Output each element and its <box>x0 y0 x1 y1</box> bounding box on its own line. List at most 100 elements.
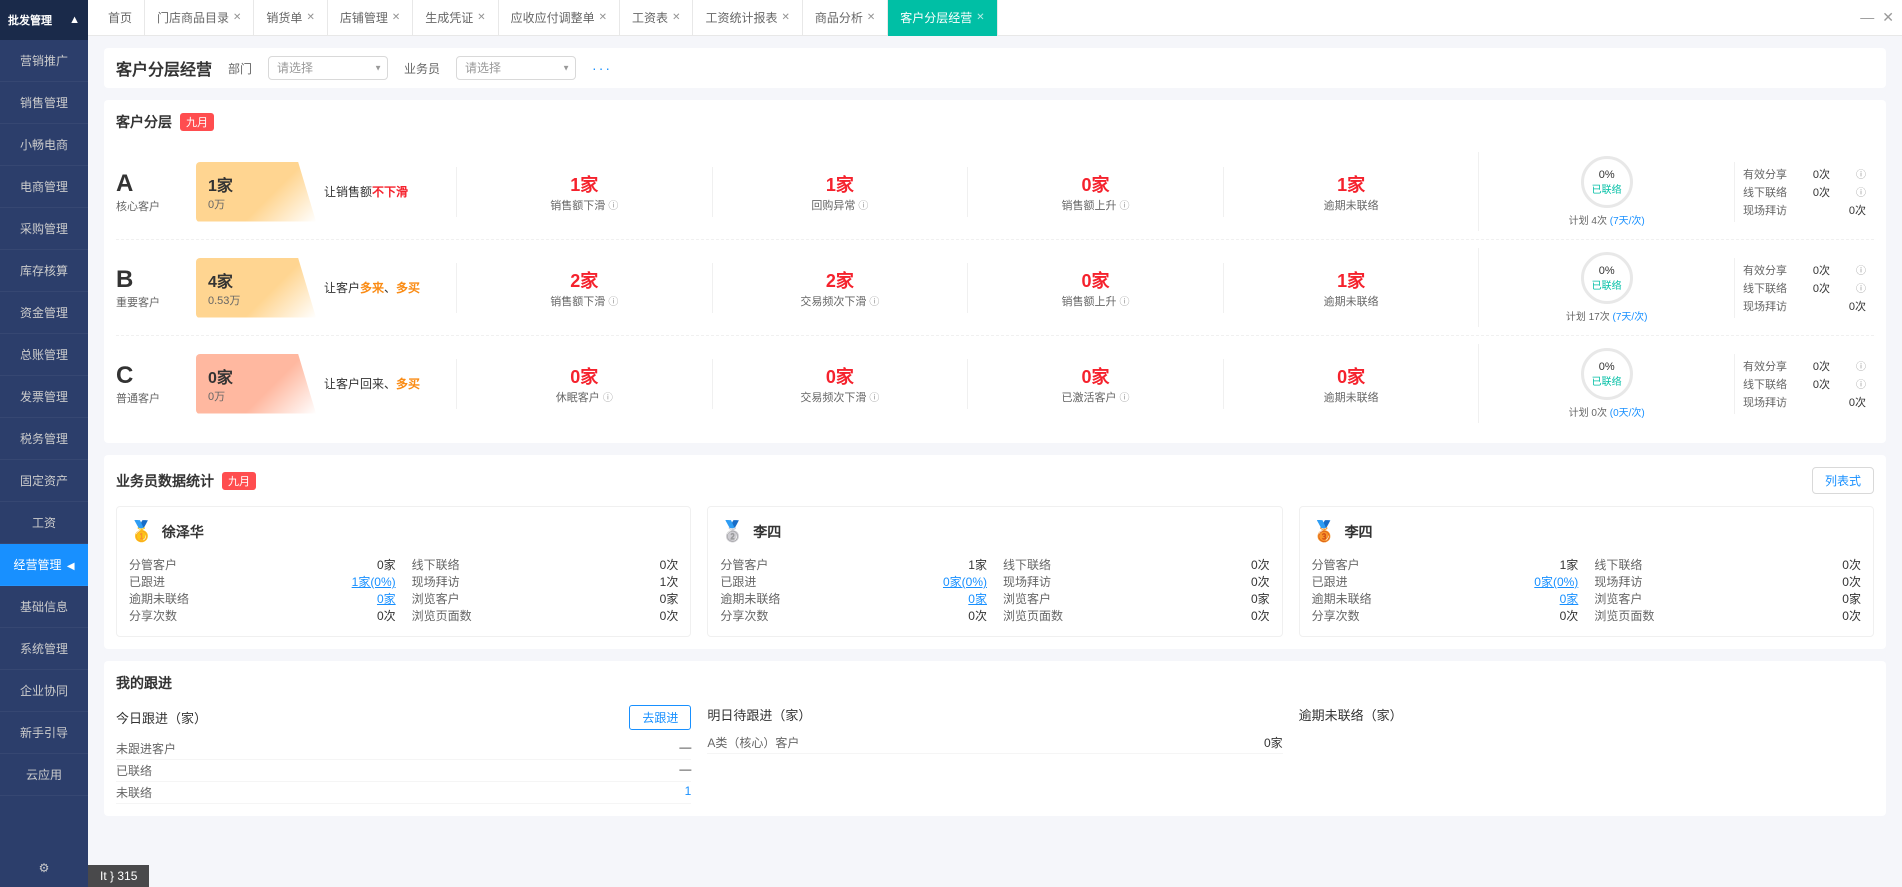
staff-name-2: 李四 <box>753 522 781 542</box>
tier-count-c: 0家 0万 <box>196 354 316 414</box>
staff-stat-row: 线下联络 0次 <box>412 556 679 573</box>
tab-home[interactable]: 首页 <box>96 0 145 36</box>
sidebar-item-marketing[interactable]: 营销推广 <box>0 40 88 82</box>
staff-card-1: 🥇 徐泽华 分管客户 0家 已跟进 1家(0%) <box>116 506 691 637</box>
tab-close-icon[interactable]: ✕ <box>392 12 400 23</box>
sidebar-item-sales[interactable]: 销售管理 <box>0 82 88 124</box>
sidebar-item-ecommerce[interactable]: 电商管理 <box>0 166 88 208</box>
customer-month-badge: 九月 <box>180 113 214 131</box>
staff-stat-row: 浏览页面数 0次 <box>1003 607 1270 624</box>
tab-close-icon[interactable]: ✕ <box>477 12 485 23</box>
staff-stat-row: 分享次数 0次 <box>1312 607 1579 624</box>
sidebar-arrow-icon: ◀ <box>67 561 75 572</box>
staff-stat-row: 浏览客户 0家 <box>1594 590 1861 607</box>
tier-stat-b-2: 2家 交易频次下滑 ⓘ <box>712 263 968 313</box>
tab-close-icon[interactable]: ✕ <box>672 12 680 23</box>
followup-tomorrow-card: 明日待跟进（家） A类（核心）客户 0家 <box>707 705 1282 804</box>
followup-row: 未联络 1 <box>116 782 691 804</box>
tab-product-analysis[interactable]: 商品分析 ✕ <box>803 0 888 36</box>
staff-select[interactable]: 请选择 <box>456 56 576 80</box>
staff-stat-row: 已跟进 1家(0%) <box>129 573 396 590</box>
sidebar-item-assets[interactable]: 固定资产 <box>0 460 88 502</box>
list-view-btn[interactable]: 列表式 <box>1812 467 1874 494</box>
sidebar-item-tax[interactable]: 税务管理 <box>0 418 88 460</box>
tab-close-icon[interactable]: ✕ <box>233 12 241 23</box>
followup-today-card: 今日跟进（家） 去跟进 未跟进客户 — 已联络 — 未联络 <box>116 705 691 804</box>
dept-label: 部门 <box>228 60 252 77</box>
tab-close-active-icon[interactable]: ✕ <box>976 12 984 23</box>
staff-stat-row: 分享次数 0次 <box>129 607 396 624</box>
staff-card-3: 🥉 李四 分管客户 1家 已跟进 0家(0%) <box>1299 506 1874 637</box>
customer-tier-title: 客户分层 <box>116 112 172 132</box>
tab-sales-order[interactable]: 销货单 ✕ <box>254 0 327 36</box>
tab-ap-adjust[interactable]: 应收应付调整单 ✕ <box>499 0 620 36</box>
followup-row: A类（核心）客户 0家 <box>707 732 1282 754</box>
staff-stat-row: 浏览客户 0家 <box>1003 590 1270 607</box>
sidebar-title: 批发管理 <box>8 12 52 28</box>
followup-row: 已联络 — <box>116 760 691 782</box>
staff-stat-row: 线下联络 0次 <box>1594 556 1861 573</box>
tier-label-b: B 重要客户 <box>116 266 196 310</box>
tier-contact-b: 0% 已联络 计划 17次 (7天/次) <box>1478 248 1734 327</box>
tier-stat-b-4: 1家 逾期未联络 <box>1223 263 1479 313</box>
tab-close-icon[interactable]: ✕ <box>781 12 789 23</box>
tab-customer-tier[interactable]: 客户分层经营 ✕ <box>888 0 997 36</box>
sidebar-settings-btn[interactable]: ⚙ <box>0 849 88 887</box>
staff-stat-row: 已跟进 0家(0%) <box>1312 573 1579 590</box>
sidebar-item-basic[interactable]: 基础信息 <box>0 586 88 628</box>
tab-voucher[interactable]: 生成凭证 ✕ <box>413 0 498 36</box>
tier-row-c: C 普通客户 0家 0万 让客户回来、多买 0家 休眠客户 ⓘ 0家 交易 <box>116 336 1874 431</box>
sidebar-header[interactable]: 批发管理 ▲ <box>0 0 88 40</box>
dept-select[interactable]: 请选择 <box>268 56 388 80</box>
tier-right-stats-c: 有效分享 0次 ⓘ 线下联络 0次 ⓘ 现场拜访 0次 <box>1734 354 1874 414</box>
tier-stat-a-3: 0家 销售额上升 ⓘ <box>967 167 1223 217</box>
sidebar-item-purchase[interactable]: 采购管理 <box>0 208 88 250</box>
sidebar-item-finance[interactable]: 资金管理 <box>0 292 88 334</box>
followup-title: 我的跟进 <box>116 673 172 693</box>
tab-store-products[interactable]: 门店商品目录 ✕ <box>145 0 254 36</box>
tier-action-a: 让销售额不下滑 <box>316 183 456 200</box>
customer-tier-header: 客户分层 九月 <box>116 112 1874 132</box>
tab-store-manage[interactable]: 店铺管理 ✕ <box>328 0 413 36</box>
staff-stat-row: 分管客户 1家 <box>720 556 987 573</box>
tier-stat-a-2: 1家 回购异常 ⓘ <box>712 167 968 217</box>
tab-close-icon[interactable]: ✕ <box>867 12 875 23</box>
staff-select-wrapper: 请选择 <box>456 56 576 80</box>
staff-stat-row: 浏览页面数 0次 <box>1594 607 1861 624</box>
followup-overdue-card: 逾期未联络（家） <box>1299 705 1874 804</box>
sidebar-item-inventory[interactable]: 库存核算 <box>0 250 88 292</box>
sidebar-item-system[interactable]: 系统管理 <box>0 628 88 670</box>
staff-name-1: 徐泽华 <box>162 522 204 542</box>
goto-followup-btn[interactable]: 去跟进 <box>629 705 691 730</box>
bottom-detection-text: It } 315 <box>100 869 137 883</box>
tab-payroll-report[interactable]: 工资统计报表 ✕ <box>693 0 802 36</box>
tab-window-minimize-icon[interactable]: — <box>1860 9 1874 26</box>
sidebar-collapse-icon[interactable]: ▲ <box>69 14 80 26</box>
sidebar-item-payroll[interactable]: 工资 <box>0 502 88 544</box>
sidebar-item-operations[interactable]: 经营管理 ◀ <box>0 544 88 586</box>
tab-close-icon[interactable]: ✕ <box>306 12 314 23</box>
tab-close-icon[interactable]: ✕ <box>599 12 607 23</box>
tier-count-b: 4家 0.53万 <box>196 258 316 318</box>
sidebar-item-collab[interactable]: 企业协同 <box>0 670 88 712</box>
sidebar-item-cloud[interactable]: 云应用 <box>0 754 88 796</box>
staff-stats-header: 业务员数据统计 九月 列表式 <box>116 467 1874 494</box>
tier-stat-b-1: 2家 销售额下滑 ⓘ <box>456 263 712 313</box>
tab-window-close-icon[interactable]: ✕ <box>1882 9 1894 26</box>
tab-payroll[interactable]: 工资表 ✕ <box>620 0 693 36</box>
staff-medal-2: 🥈 <box>720 519 745 544</box>
page-content: 客户分层经营 部门 请选择 业务员 请选择 ··· 客户分层 九月 <box>88 36 1902 887</box>
sidebar-item-invoice[interactable]: 发票管理 <box>0 376 88 418</box>
tier-action-c: 让客户回来、多买 <box>316 375 456 392</box>
sidebar-item-guide[interactable]: 新手引导 <box>0 712 88 754</box>
staff-stat-row: 分享次数 0次 <box>720 607 987 624</box>
staff-stats-title: 业务员数据统计 <box>116 471 214 491</box>
sidebar-item-ledger[interactable]: 总账管理 <box>0 334 88 376</box>
tab-bar-controls: — ✕ <box>1860 9 1894 26</box>
staff-stats-section: 业务员数据统计 九月 列表式 🥇 徐泽华 分管客户 <box>104 455 1886 649</box>
more-filters-btn[interactable]: ··· <box>592 60 612 76</box>
staff-stat-row: 分管客户 0家 <box>129 556 396 573</box>
staff-stat-row: 浏览页面数 0次 <box>412 607 679 624</box>
sidebar-item-ecommerce-small[interactable]: 小畅电商 <box>0 124 88 166</box>
staff-stat-row: 现场拜访 0次 <box>1003 573 1270 590</box>
